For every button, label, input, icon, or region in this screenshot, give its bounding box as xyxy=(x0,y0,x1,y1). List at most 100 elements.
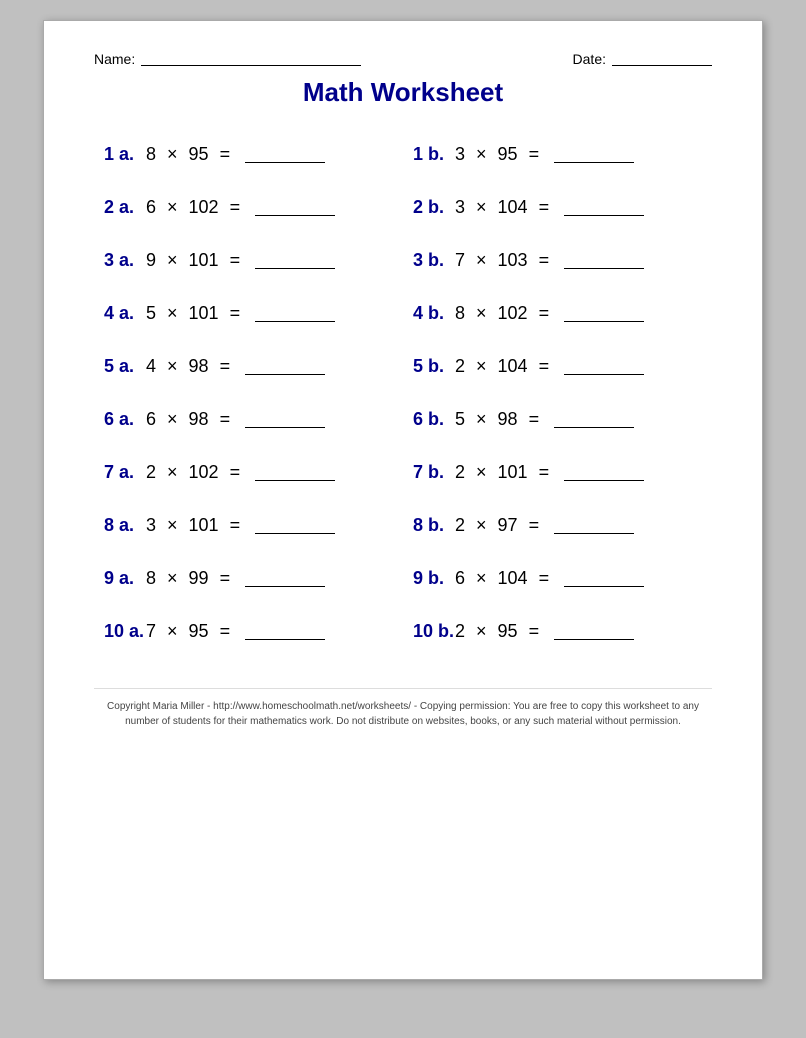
problem-cell: 10 b.2 × 95 = xyxy=(403,605,712,658)
problem-label: 9 b. xyxy=(413,568,455,589)
name-label: Name: xyxy=(94,51,135,67)
problem-equation: 3 × 104 = xyxy=(455,197,644,218)
answer-line[interactable] xyxy=(564,359,644,375)
answer-line[interactable] xyxy=(564,253,644,269)
op: × xyxy=(162,568,183,589)
num1: 2 xyxy=(455,621,465,642)
op: × xyxy=(162,356,183,377)
num2: 95 xyxy=(189,621,209,642)
num2: 98 xyxy=(189,356,209,377)
op: × xyxy=(471,568,492,589)
problem-cell: 1 b.3 × 95 = xyxy=(403,128,712,181)
problem-equation: 8 × 95 = xyxy=(146,144,325,165)
answer-line[interactable] xyxy=(255,518,335,534)
num1: 3 xyxy=(455,144,465,165)
num2: 101 xyxy=(498,462,528,483)
problem-label: 9 a. xyxy=(104,568,146,589)
answer-line[interactable] xyxy=(255,306,335,322)
num1: 2 xyxy=(455,462,465,483)
problem-cell: 8 b.2 × 97 = xyxy=(403,499,712,552)
eq: = xyxy=(215,621,236,642)
problem-equation: 2 × 104 = xyxy=(455,356,644,377)
problem-equation: 7 × 103 = xyxy=(455,250,644,271)
answer-line[interactable] xyxy=(245,147,325,163)
problem-label: 10 a. xyxy=(104,621,146,642)
num1: 3 xyxy=(146,515,156,536)
name-field: Name: xyxy=(94,51,361,67)
eq: = xyxy=(225,462,246,483)
problem-cell: 9 b.6 × 104 = xyxy=(403,552,712,605)
op: × xyxy=(471,303,492,324)
num2: 95 xyxy=(498,621,518,642)
problem-equation: 6 × 102 = xyxy=(146,197,335,218)
answer-line[interactable] xyxy=(245,571,325,587)
answer-line[interactable] xyxy=(564,306,644,322)
problem-label: 6 b. xyxy=(413,409,455,430)
answer-line[interactable] xyxy=(554,624,634,640)
problem-equation: 5 × 101 = xyxy=(146,303,335,324)
num2: 101 xyxy=(189,250,219,271)
op: × xyxy=(471,515,492,536)
name-line[interactable] xyxy=(141,52,361,66)
num1: 7 xyxy=(146,621,156,642)
copyright-text: Copyright Maria Miller - http://www.home… xyxy=(94,688,712,729)
eq: = xyxy=(534,462,555,483)
num1: 2 xyxy=(455,515,465,536)
eq: = xyxy=(534,356,555,377)
problem-cell: 5 a.4 × 98 = xyxy=(94,340,403,393)
problem-cell: 3 a.9 × 101 = xyxy=(94,234,403,287)
num2: 97 xyxy=(498,515,518,536)
answer-line[interactable] xyxy=(255,465,335,481)
problem-equation: 8 × 102 = xyxy=(455,303,644,324)
page-title: Math Worksheet xyxy=(94,77,712,108)
op: × xyxy=(471,197,492,218)
answer-line[interactable] xyxy=(245,624,325,640)
eq: = xyxy=(225,197,246,218)
op: × xyxy=(471,621,492,642)
date-label: Date: xyxy=(573,51,606,67)
num2: 103 xyxy=(498,250,528,271)
answer-line[interactable] xyxy=(564,465,644,481)
problem-equation: 2 × 102 = xyxy=(146,462,335,483)
answer-line[interactable] xyxy=(245,359,325,375)
op: × xyxy=(471,462,492,483)
num2: 95 xyxy=(498,144,518,165)
problem-cell: 8 a.3 × 101 = xyxy=(94,499,403,552)
num2: 98 xyxy=(498,409,518,430)
problem-equation: 2 × 95 = xyxy=(455,621,634,642)
answer-line[interactable] xyxy=(554,412,634,428)
worksheet-page: Name: Date: Math Worksheet 1 a.8 × 95 = … xyxy=(43,20,763,980)
answer-line[interactable] xyxy=(564,200,644,216)
problem-cell: 1 a.8 × 95 = xyxy=(94,128,403,181)
answer-line[interactable] xyxy=(245,412,325,428)
answer-line[interactable] xyxy=(255,200,335,216)
problems-grid: 1 a.8 × 95 = 1 b.3 × 95 = 2 a.6 × 102 = … xyxy=(94,128,712,658)
problem-equation: 5 × 98 = xyxy=(455,409,634,430)
num2: 102 xyxy=(498,303,528,324)
problem-label: 4 b. xyxy=(413,303,455,324)
op: × xyxy=(471,356,492,377)
num1: 7 xyxy=(455,250,465,271)
num1: 6 xyxy=(455,568,465,589)
eq: = xyxy=(534,197,555,218)
problem-label: 5 a. xyxy=(104,356,146,377)
op: × xyxy=(162,462,183,483)
num1: 6 xyxy=(146,197,156,218)
op: × xyxy=(162,144,183,165)
answer-line[interactable] xyxy=(554,518,634,534)
date-field: Date: xyxy=(573,51,712,67)
num2: 102 xyxy=(189,197,219,218)
eq: = xyxy=(524,409,545,430)
op: × xyxy=(471,250,492,271)
problem-equation: 6 × 98 = xyxy=(146,409,325,430)
problem-label: 5 b. xyxy=(413,356,455,377)
answer-line[interactable] xyxy=(564,571,644,587)
answer-line[interactable] xyxy=(255,253,335,269)
date-line[interactable] xyxy=(612,52,712,66)
num1: 2 xyxy=(146,462,156,483)
op: × xyxy=(162,197,183,218)
num1: 8 xyxy=(146,568,156,589)
problem-equation: 7 × 95 = xyxy=(146,621,325,642)
problem-label: 4 a. xyxy=(104,303,146,324)
answer-line[interactable] xyxy=(554,147,634,163)
